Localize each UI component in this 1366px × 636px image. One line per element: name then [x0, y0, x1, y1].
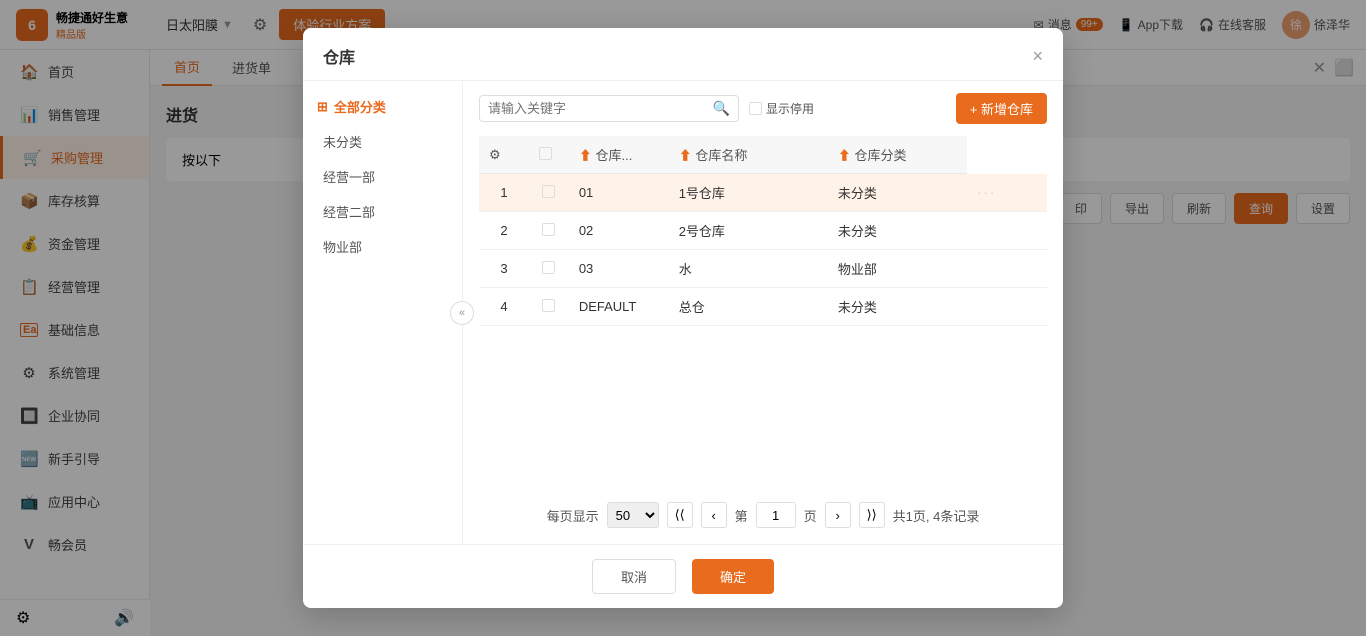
row-category-3: 物业部	[828, 250, 967, 288]
header-name: ⬆ 仓库名称	[669, 136, 828, 174]
modal-footer: 取消 确定	[303, 544, 1063, 608]
row-actions-2	[967, 212, 1047, 250]
modal-title: 仓库	[323, 44, 355, 68]
close-icon[interactable]: ×	[1032, 46, 1043, 67]
row-category-1: 未分类	[828, 174, 967, 212]
page-suffix: 页	[804, 506, 817, 525]
search-input[interactable]	[488, 101, 707, 116]
category-unclassified[interactable]: 未分类	[303, 124, 462, 159]
row-check-icon-1[interactable]	[542, 185, 555, 198]
row-num-2: 2	[479, 212, 529, 250]
content-toolbar: 🔍 显示停用 + 新增仓库	[479, 93, 1047, 124]
gear-icon[interactable]: ⚙	[489, 147, 501, 162]
warehouse-table: ⚙ ⬆ 仓库... ⬆ 仓库名称	[479, 136, 1047, 326]
table-row[interactable]: 1 01 1号仓库 未分类 ···	[479, 174, 1047, 212]
row-checkbox-3[interactable]	[529, 250, 569, 288]
show-disabled-label[interactable]: 显示停用	[749, 100, 814, 117]
select-all-checkbox[interactable]	[539, 147, 552, 160]
table-row[interactable]: 4 DEFAULT 总仓 未分类	[479, 288, 1047, 326]
row-check-icon-4[interactable]	[542, 299, 555, 312]
search-icon[interactable]: 🔍	[713, 100, 730, 117]
header-checkbox	[529, 136, 569, 174]
table-body: 1 01 1号仓库 未分类 ··· 2 02 2号仓库	[479, 174, 1047, 326]
search-box: 🔍	[479, 95, 739, 122]
pagination: 每页显示 50 100 ⟨⟨ ‹ 第 页 › ⟩⟩ 共1页, 4条记录	[479, 490, 1047, 532]
grid-icon: ⊞	[317, 99, 328, 115]
warehouse-modal: 仓库 × ⊞ 全部分类 未分类 经营一部 经营二部 物业部 « 🔍	[303, 28, 1063, 608]
table-row[interactable]: 3 03 水 物业部	[479, 250, 1047, 288]
header-code: ⬆ 仓库...	[569, 136, 669, 174]
confirm-button[interactable]: 确定	[692, 559, 774, 594]
row-actions-3	[967, 250, 1047, 288]
first-page-button[interactable]: ⟨⟨	[667, 502, 693, 528]
row-num-1: 1	[479, 174, 529, 212]
header-gear: ⚙	[479, 136, 529, 174]
row-num-3: 3	[479, 250, 529, 288]
collapse-button[interactable]: «	[450, 301, 474, 325]
modal-header: 仓库 ×	[303, 28, 1063, 81]
page-label: 第	[735, 506, 748, 525]
row-code-2: 02	[569, 212, 669, 250]
category-operations2[interactable]: 经营二部	[303, 194, 462, 229]
total-records-label: 共1页, 4条记录	[893, 506, 980, 525]
row-name-2: 2号仓库	[669, 212, 828, 250]
row-name-4: 总仓	[669, 288, 828, 326]
row-actions-1: ···	[967, 174, 1047, 212]
row-checkbox-1[interactable]	[529, 174, 569, 212]
cancel-button[interactable]: 取消	[592, 559, 676, 594]
category-property[interactable]: 物业部	[303, 229, 462, 264]
table-row[interactable]: 2 02 2号仓库 未分类	[479, 212, 1047, 250]
sort-icon2: ⬆	[679, 148, 692, 163]
row-code-3: 03	[569, 250, 669, 288]
content-panel: 🔍 显示停用 + 新增仓库 ⚙	[463, 81, 1063, 544]
row-code-1: 01	[569, 174, 669, 212]
add-warehouse-button[interactable]: + 新增仓库	[956, 93, 1047, 124]
category-operations1[interactable]: 经营一部	[303, 159, 462, 194]
current-page-input[interactable]	[756, 502, 796, 528]
row-actions-4	[967, 288, 1047, 326]
row-checkbox-4[interactable]	[529, 288, 569, 326]
row-category-2: 未分类	[828, 212, 967, 250]
per-page-label: 每页显示	[547, 506, 599, 525]
table-header-row: ⚙ ⬆ 仓库... ⬆ 仓库名称	[479, 136, 1047, 174]
table-container: ⚙ ⬆ 仓库... ⬆ 仓库名称	[479, 136, 1047, 490]
per-page-select[interactable]: 50 100	[607, 502, 659, 528]
sort-icon3: ⬆	[838, 148, 851, 163]
row-actions-dots-1[interactable]: ···	[977, 185, 996, 200]
all-categories-header[interactable]: ⊞ 全部分类	[303, 89, 462, 124]
row-num-4: 4	[479, 288, 529, 326]
row-name-3: 水	[669, 250, 828, 288]
header-category: ⬆ 仓库分类	[828, 136, 967, 174]
last-page-button[interactable]: ⟩⟩	[859, 502, 885, 528]
next-page-button[interactable]: ›	[825, 502, 851, 528]
row-name-1: 1号仓库	[669, 174, 828, 212]
row-check-icon-2[interactable]	[542, 223, 555, 236]
category-panel: ⊞ 全部分类 未分类 经营一部 经营二部 物业部 «	[303, 81, 463, 544]
row-code-4: DEFAULT	[569, 288, 669, 326]
row-check-icon-3[interactable]	[542, 261, 555, 274]
modal-body: ⊞ 全部分类 未分类 经营一部 经营二部 物业部 « 🔍 显示停用 + 新增	[303, 81, 1063, 544]
row-category-4: 未分类	[828, 288, 967, 326]
row-checkbox-2[interactable]	[529, 212, 569, 250]
prev-page-button[interactable]: ‹	[701, 502, 727, 528]
show-disabled-checkbox[interactable]	[749, 102, 762, 115]
sort-icon: ⬆	[579, 148, 592, 163]
